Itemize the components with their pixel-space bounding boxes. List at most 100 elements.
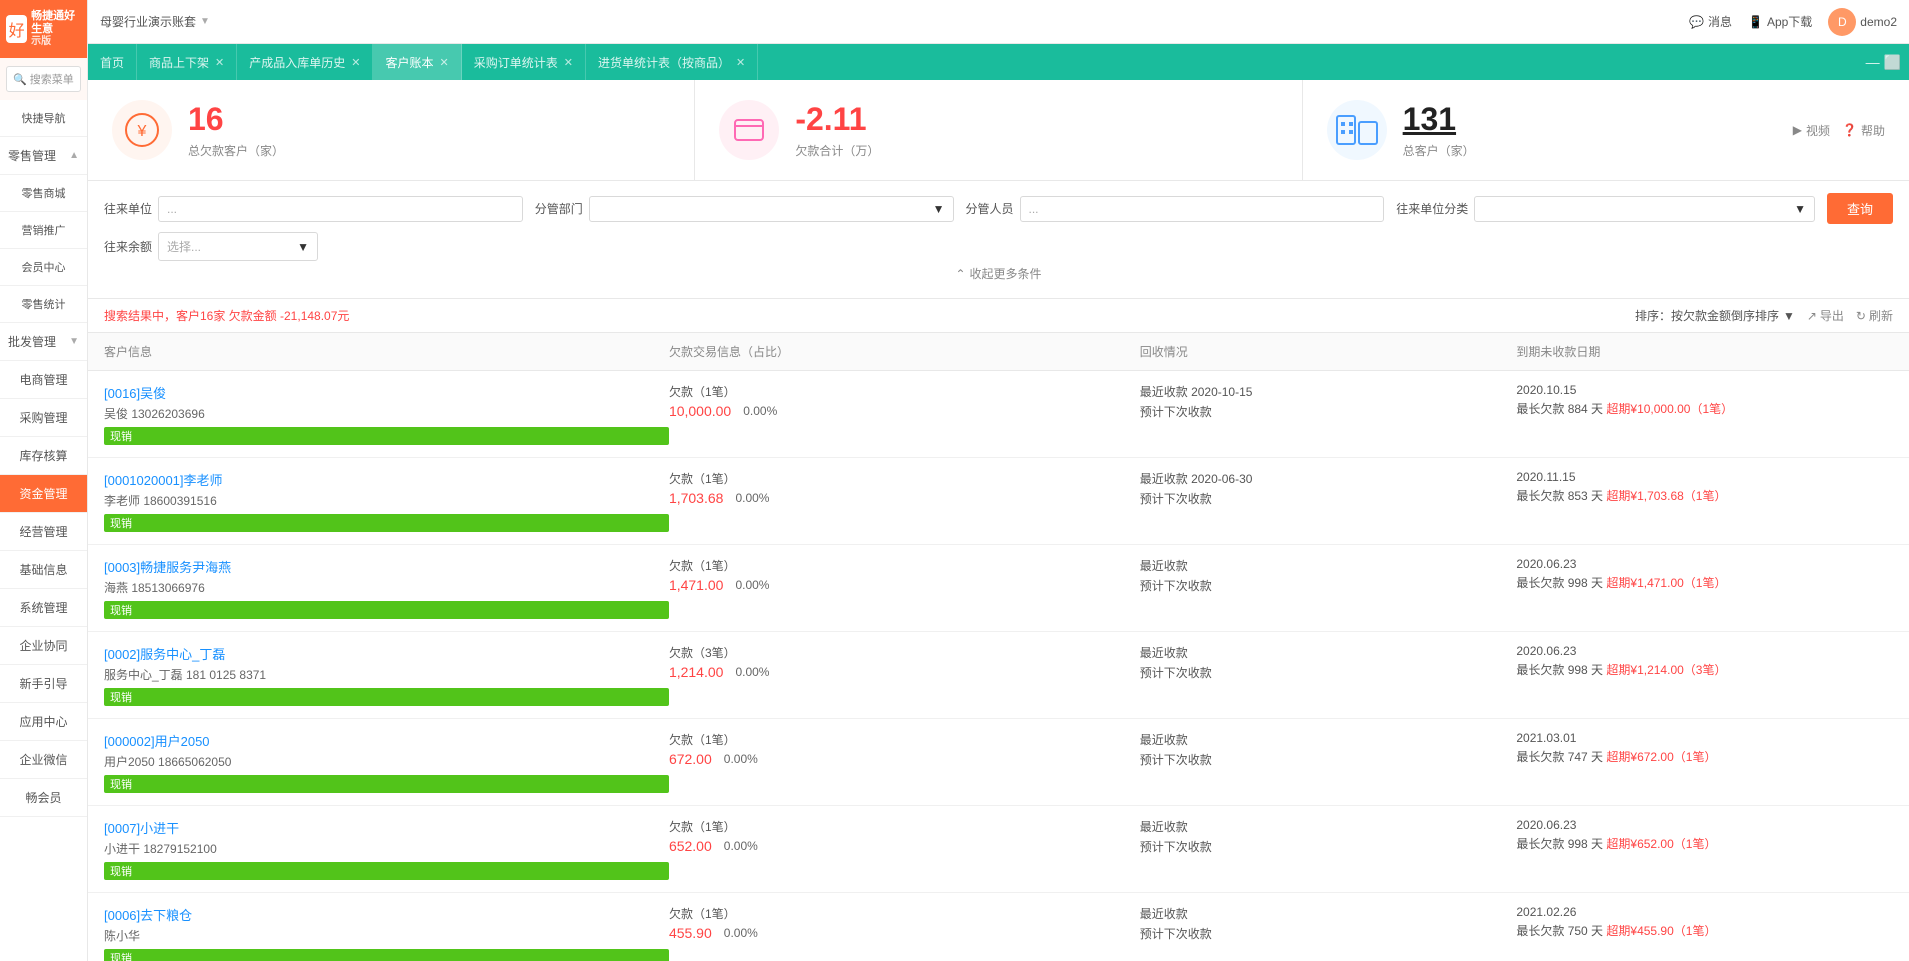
sidebar-item-inventory[interactable]: 库存核算 <box>0 437 87 475</box>
tab-purchase-order[interactable]: 采购订单统计表 ✕ <box>462 44 586 80</box>
debt-percent-3: 0.00% <box>735 665 769 679</box>
view-video-button[interactable]: ▶ 视频 <box>1793 122 1830 139</box>
sidebar-item-retail-stats[interactable]: 零售统计 <box>0 286 87 323</box>
filter-department-select[interactable]: ▼ <box>589 196 954 222</box>
filter-person-input[interactable]: ... <box>1020 196 1385 222</box>
filter-category-select[interactable]: ▼ <box>1474 196 1815 222</box>
stat-info-total-debt: -2.11 欠款合计（万） <box>795 101 879 159</box>
customer-detail-0: 吴俊 13026203696 <box>104 405 669 422</box>
chevron-down-icon3: ▼ <box>200 16 210 27</box>
sidebar-item-purchase[interactable]: 采购管理 <box>0 399 87 437</box>
customer-name-2[interactable]: [0003]畅捷服务尹海燕 <box>104 557 669 576</box>
customer-info-4: [000002]用户2050 用户2050 18665062050 现销 <box>104 731 669 793</box>
customer-info-3: [0002]服务中心_丁磊 服务中心_丁磊 181 0125 8371 现销 <box>104 644 669 706</box>
search-button[interactable]: 查询 <box>1827 193 1893 224</box>
collapse-filters-button[interactable]: ⌃ 收起更多条件 <box>104 261 1893 286</box>
app-download-button[interactable]: 📱 App下载 <box>1748 13 1812 30</box>
sidebar-item-quicknav[interactable]: 快捷导航 <box>0 100 87 137</box>
tab-close-purchase-stats[interactable]: ✕ <box>736 56 745 69</box>
filter-unit-input[interactable]: ... <box>158 196 523 222</box>
sidebar-item-appcenter[interactable]: 应用中心 <box>0 703 87 741</box>
export-button[interactable]: ↗ 导出 <box>1807 307 1844 324</box>
tab-purchase-stats[interactable]: 进货单统计表（按商品） ✕ <box>586 44 758 80</box>
customer-detail-5: 小进干 18279152100 <box>104 840 669 857</box>
overdue-link-6[interactable]: 超期¥455.90（1笔） <box>1606 924 1716 938</box>
debt-amount-1: 1,703.68 <box>669 490 724 506</box>
debt-amount-2: 1,471.00 <box>669 577 724 593</box>
debt-amount-4: 672.00 <box>669 751 712 767</box>
sidebar-item-wechat[interactable]: 企业微信 <box>0 741 87 779</box>
recovery-info-2: 最近收款 预计下次收款 <box>1140 557 1517 594</box>
sidebar-item-finance[interactable]: 资金管理 <box>0 475 87 513</box>
debt-percent-1: 0.00% <box>735 491 769 505</box>
table-row: [0016]吴俊 吴俊 13026203696 现销 欠款（1笔） 10,000… <box>88 371 1909 458</box>
debt-count-4: 欠款（1笔） <box>669 731 1140 748</box>
overdue-link-4[interactable]: 超期¥672.00（1笔） <box>1606 750 1716 764</box>
sidebar-item-retail[interactable]: 零售管理 ▲ <box>0 137 87 175</box>
refresh-button[interactable]: ↻ 刷新 <box>1856 307 1893 324</box>
sidebar-item-ecommerce[interactable]: 电商管理 <box>0 361 87 399</box>
filter-balance-select[interactable]: 选择... ▼ <box>158 232 318 261</box>
customer-name-0[interactable]: [0016]吴俊 <box>104 383 669 402</box>
tab-products[interactable]: 商品上下架 ✕ <box>137 44 237 80</box>
sidebar-item-retail-mall[interactable]: 零售商城 <box>0 175 87 212</box>
overdue-link-2[interactable]: 超期¥1,471.00（1笔） <box>1606 576 1726 590</box>
debt-percent-4: 0.00% <box>724 752 758 766</box>
help-button[interactable]: ❓ 帮助 <box>1842 122 1885 139</box>
maximize-icon[interactable]: ⬜ <box>1884 54 1901 71</box>
customer-detail-2: 海燕 18513066976 <box>104 579 669 596</box>
tab-close-products[interactable]: ✕ <box>215 56 224 69</box>
overdue-link-0[interactable]: 超期¥10,000.00（1笔） <box>1606 402 1733 416</box>
stat-info-total-customers: 131 总客户（家） <box>1403 101 1475 159</box>
overdue-link-5[interactable]: 超期¥652.00（1笔） <box>1606 837 1716 851</box>
customer-tag-2: 现销 <box>104 601 669 619</box>
sidebar-item-basic[interactable]: 基础信息 <box>0 551 87 589</box>
stat-card-total-customers: 131 总客户（家） ▶ 视频 ❓ 帮助 <box>1303 80 1909 180</box>
customer-name-6[interactable]: [0006]去下粮仓 <box>104 905 669 924</box>
table-row: [0003]畅捷服务尹海燕 海燕 18513066976 现销 欠款（1笔） 1… <box>88 545 1909 632</box>
chevron-down-icon2: ▼ <box>69 336 79 347</box>
customer-name-3[interactable]: [0002]服务中心_丁磊 <box>104 644 669 663</box>
chevron-down-icon6: ▼ <box>297 240 309 254</box>
filter-row-1: 往来单位 ... 分管部门 ▼ 分管人员 ... <box>104 193 1893 224</box>
total-customers-icon <box>1327 100 1387 160</box>
customer-name-1[interactable]: [0001020001]李老师 <box>104 470 669 489</box>
tab-close-produce[interactable]: ✕ <box>351 56 360 69</box>
sidebar-item-system[interactable]: 系统管理 <box>0 589 87 627</box>
customer-name-4[interactable]: [000002]用户2050 <box>104 731 669 750</box>
recovery-info-5: 最近收款 预计下次收款 <box>1140 818 1517 855</box>
table-row: [000002]用户2050 用户2050 18665062050 现销 欠款（… <box>88 719 1909 806</box>
tab-close-customer[interactable]: ✕ <box>440 56 449 69</box>
customer-name-5[interactable]: [0007]小进干 <box>104 818 669 837</box>
tab-home[interactable]: 首页 <box>88 44 137 80</box>
debt-percent-5: 0.00% <box>724 839 758 853</box>
customer-info-0: [0016]吴俊 吴俊 13026203696 现销 <box>104 383 669 445</box>
col-debt-info: 欠款交易信息（占比） <box>669 343 1140 360</box>
sidebar-item-vip[interactable]: 畅会员 <box>0 779 87 817</box>
company-selector[interactable]: 母婴行业演示账套 ▼ <box>100 13 210 30</box>
sidebar-item-operation[interactable]: 经营管理 <box>0 513 87 551</box>
minimize-icon[interactable]: — <box>1866 54 1880 70</box>
filter-balance: 往来余额 选择... ▼ <box>104 232 1893 261</box>
tab-close-purchase[interactable]: ✕ <box>564 56 573 69</box>
debt-info-3: 欠款（3笔） 1,214.00 0.00% <box>669 644 1140 680</box>
message-button[interactable]: 💬 消息 <box>1689 13 1732 30</box>
overdue-link-1[interactable]: 超期¥1,703.68（1笔） <box>1606 489 1726 503</box>
overdue-link-3[interactable]: 超期¥1,214.00（3笔） <box>1606 663 1726 677</box>
sidebar-item-marketing[interactable]: 营销推广 <box>0 212 87 249</box>
header-left: 母婴行业演示账套 ▼ <box>100 13 210 30</box>
overdue-info-2: 2020.06.23 最长欠款 998 天 超期¥1,471.00（1笔） <box>1516 557 1893 591</box>
sort-selector[interactable]: 排序：按欠款金额倒序排序 ▼ <box>1635 307 1795 324</box>
sidebar-item-membership[interactable]: 会员中心 <box>0 249 87 286</box>
sidebar-item-newbie[interactable]: 新手引导 <box>0 665 87 703</box>
tab-customer-account[interactable]: 客户账本 ✕ <box>373 44 461 80</box>
tab-produce[interactable]: 产成品入库单历史 ✕ <box>237 44 373 80</box>
sidebar-item-enterprise[interactable]: 企业协同 <box>0 627 87 665</box>
stat-value-debtors: 16 <box>188 101 284 138</box>
stat-label-total-customers: 总客户（家） <box>1403 142 1475 159</box>
search-menu-item[interactable]: 🔍 搜索菜单 <box>0 58 87 100</box>
sidebar-item-batch[interactable]: 批发管理 ▼ <box>0 323 87 361</box>
user-profile[interactable]: D demo2 <box>1828 8 1897 36</box>
overdue-info-3: 2020.06.23 最长欠款 998 天 超期¥1,214.00（3笔） <box>1516 644 1893 678</box>
col-recovery: 回收情况 <box>1140 343 1517 360</box>
